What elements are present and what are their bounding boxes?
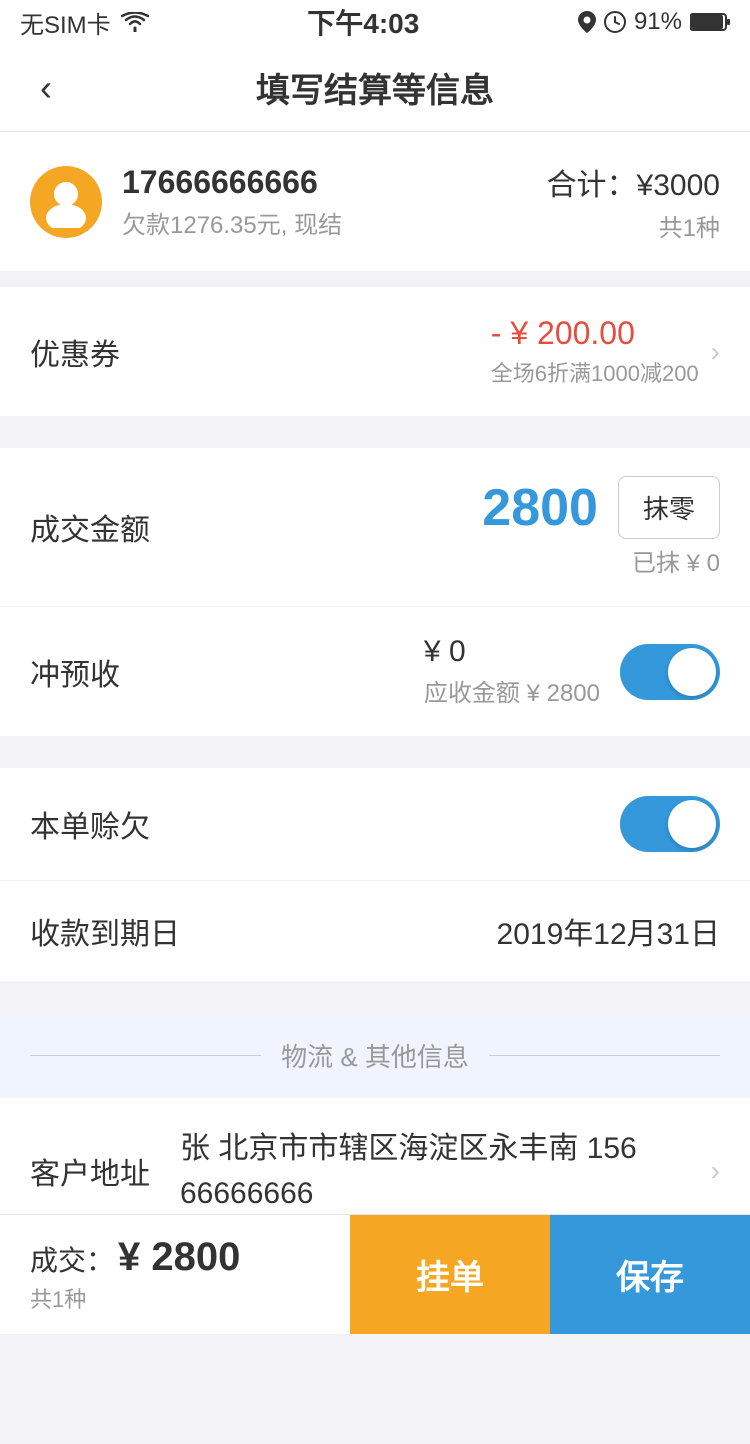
logistics-line-right <box>489 1055 720 1056</box>
status-left: 无SIM卡 <box>20 5 149 40</box>
customer-phone: 17666666666 <box>122 164 342 201</box>
section-divider-3 <box>0 997 750 1013</box>
customer-total: 合计：¥3000 共1种 <box>547 160 720 243</box>
writeoff-row: 本单赊欠 <box>0 768 750 881</box>
logistics-line-left <box>30 1055 261 1056</box>
coupon-chevron-icon: › <box>711 336 720 368</box>
status-right: 91% <box>578 8 730 36</box>
prepay-toggle[interactable] <box>620 644 720 700</box>
footer-label: 成交： <box>30 1239 114 1279</box>
customer-card: 17666666666 欠款1276.35元, 现结 合计：¥3000 共1种 <box>0 132 750 271</box>
round-off-button[interactable]: 抹零 <box>618 476 720 539</box>
section-divider-2 <box>0 752 750 768</box>
address-value: 张 北京市市辖区海淀区永丰南 156 66666666 <box>180 1126 701 1216</box>
customer-debt: 欠款1276.35元, 现结 <box>122 205 342 240</box>
address-chevron-icon: › <box>711 1155 720 1187</box>
section-divider-1 <box>0 432 750 448</box>
coupon-amount: - ¥ 200.00 <box>491 315 699 352</box>
battery-percent: 91% <box>634 8 682 36</box>
carrier-text: 无SIM卡 <box>20 5 111 40</box>
battery-icon <box>690 12 730 32</box>
writeoff-toggle[interactable] <box>620 796 720 852</box>
avatar <box>30 166 102 238</box>
nav-bar: ‹ 填写结算等信息 <box>0 44 750 132</box>
hold-button[interactable]: 挂单 <box>350 1215 550 1334</box>
footer: 成交： ¥ 2800 共1种 挂单 保存 <box>0 1214 750 1334</box>
coupon-desc: 全场6折满1000减200 <box>491 356 699 388</box>
footer-summary: 成交： ¥ 2800 共1种 <box>0 1215 350 1334</box>
due-date-value: 2019年12月31日 <box>497 909 720 953</box>
coupon-label: 优惠券 <box>30 330 120 374</box>
customer-left: 17666666666 欠款1276.35元, 现结 <box>30 164 342 240</box>
transaction-section: 成交金额 2800 抹零 已抹 ¥ 0 冲预收 ¥ 0 应收金额 ¥ 2800 <box>0 448 750 736</box>
toggle-knob <box>668 648 716 696</box>
logistics-header: 物流 & 其他信息 <box>0 1013 750 1098</box>
clock-icon <box>604 11 626 33</box>
status-time: 下午4:03 <box>307 2 419 42</box>
save-button[interactable]: 保存 <box>550 1215 750 1334</box>
prepay-row: 冲预收 ¥ 0 应收金额 ¥ 2800 <box>0 607 750 736</box>
customer-info: 17666666666 欠款1276.35元, 现结 <box>122 164 342 240</box>
due-date-row: 收款到期日 2019年12月31日 <box>0 881 750 981</box>
back-button[interactable]: ‹ <box>20 57 72 119</box>
logistics-title: 物流 & 其他信息 <box>281 1037 469 1074</box>
transaction-amount-value: 2800 <box>482 478 598 538</box>
prepay-amount: ¥ 0 <box>424 635 600 669</box>
address-label: 客户地址 <box>30 1149 150 1193</box>
location-icon <box>578 11 596 33</box>
transaction-amount-row: 成交金额 2800 抹零 已抹 ¥ 0 <box>0 448 750 607</box>
prepay-sub: 应收金额 ¥ 2800 <box>424 673 600 708</box>
footer-count: 共1种 <box>30 1282 320 1314</box>
page-title: 填写结算等信息 <box>256 63 494 112</box>
prepay-label: 冲预收 <box>30 650 120 694</box>
transaction-amount-label: 成交金额 <box>30 505 150 549</box>
avatar-icon <box>40 176 92 228</box>
footer-amount: ¥ 2800 <box>118 1235 240 1280</box>
wifi-icon <box>121 12 149 32</box>
transaction-amount-sub: 已抹 ¥ 0 <box>482 543 720 578</box>
writeoff-section: 本单赊欠 收款到期日 2019年12月31日 <box>0 768 750 981</box>
writeoff-toggle-knob <box>668 800 716 848</box>
total-count: 共1种 <box>547 208 720 243</box>
status-bar: 无SIM卡 下午4:03 91% <box>0 0 750 44</box>
total-amount: 合计：¥3000 <box>547 160 720 204</box>
writeoff-label: 本单赊欠 <box>30 802 150 846</box>
due-date-label: 收款到期日 <box>30 909 180 953</box>
coupon-row[interactable]: 优惠券 - ¥ 200.00 全场6折满1000减200 › <box>0 287 750 416</box>
